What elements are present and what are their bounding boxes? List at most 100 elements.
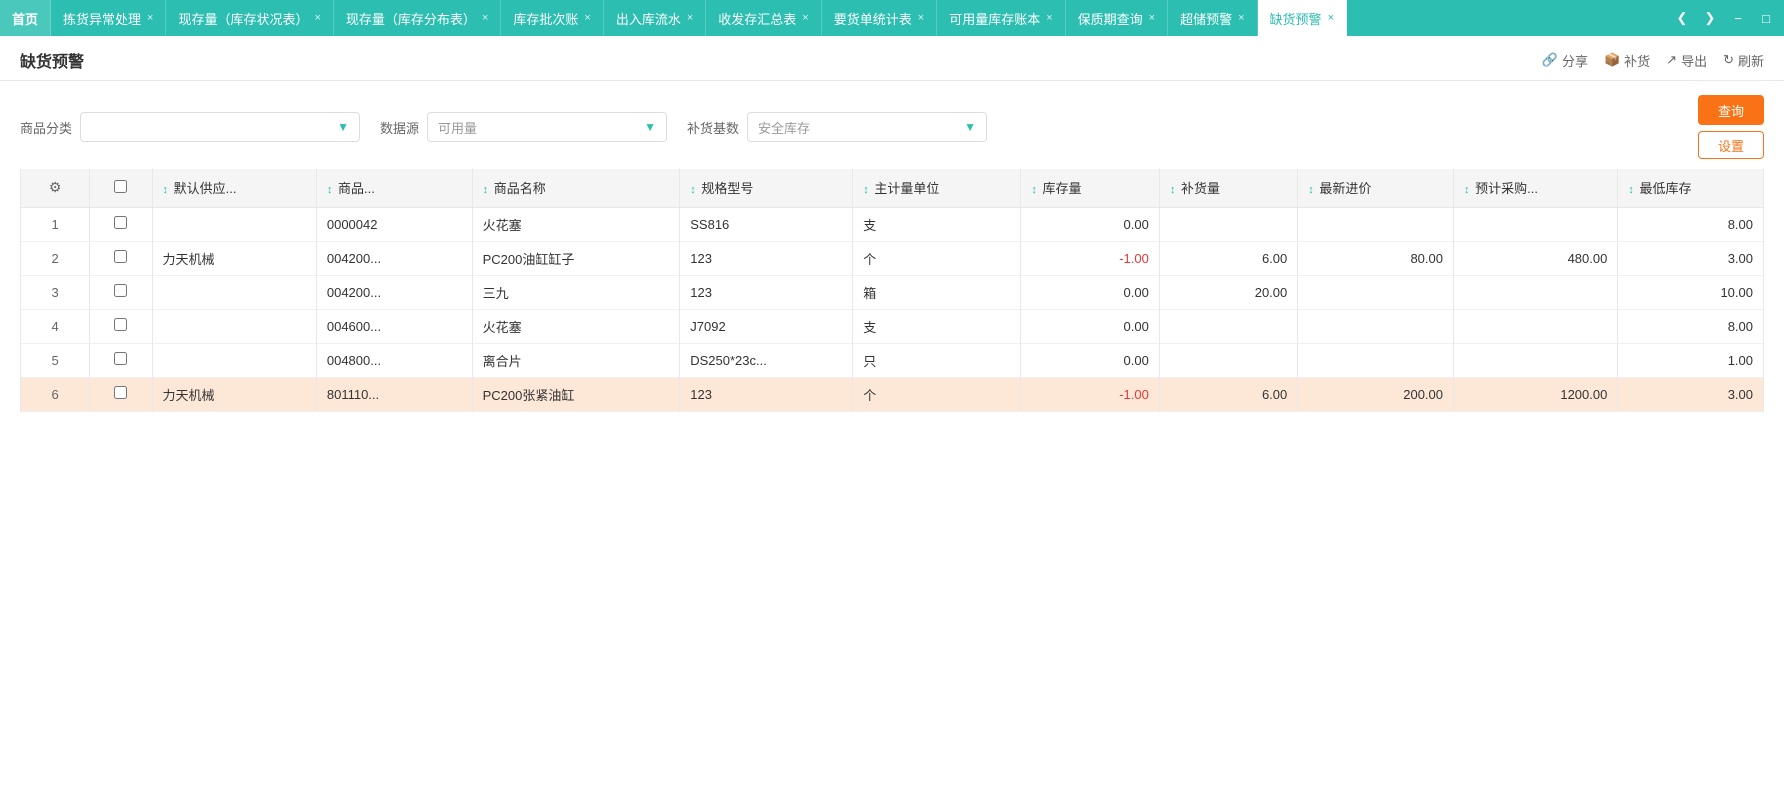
th-stock: ↕ 库存量 xyxy=(1021,169,1159,207)
row-num: 5 xyxy=(21,343,90,377)
th-unit: ↕ 主计量单位 xyxy=(853,169,1021,207)
datasource-select[interactable]: 可用量 ▼ xyxy=(427,112,667,142)
close-summary[interactable]: × xyxy=(802,12,808,24)
row-checkbox[interactable] xyxy=(114,284,127,297)
row-purchase xyxy=(1454,343,1618,377)
row-replenish xyxy=(1159,309,1297,343)
share-label: 分享 xyxy=(1562,51,1588,70)
th-code: ↕ 商品... xyxy=(316,169,472,207)
row-code: 004200... xyxy=(316,275,472,309)
nav-item-available[interactable]: 可用量库存账本 × xyxy=(937,0,1065,36)
row-spec: J7092 xyxy=(680,309,853,343)
th-name: ↕ 商品名称 xyxy=(472,169,680,207)
query-button[interactable]: 查询 xyxy=(1698,95,1764,125)
row-replenish: 20.00 xyxy=(1159,275,1297,309)
close-available[interactable]: × xyxy=(1046,12,1052,24)
category-select[interactable]: ▼ xyxy=(80,112,360,142)
nav-item-batch[interactable]: 库存批次账 × xyxy=(501,0,603,36)
row-code: 801110... xyxy=(316,377,472,411)
nav-item-stock2[interactable]: 现存量（库存分布表） × xyxy=(334,0,501,36)
row-checkbox-cell xyxy=(90,275,152,309)
nav-item-overstock[interactable]: 超储预警 × xyxy=(1168,0,1257,36)
th-purchase: ↕ 预计采购... xyxy=(1454,169,1618,207)
row-minstock: 3.00 xyxy=(1618,377,1764,411)
close-requisition[interactable]: × xyxy=(918,12,924,24)
nav-label-available: 可用量库存账本 xyxy=(949,9,1040,28)
nav-item-stock1[interactable]: 现存量（库存状况表） × xyxy=(166,0,333,36)
row-checkbox[interactable] xyxy=(114,386,127,399)
close-shortage[interactable]: × xyxy=(1328,12,1334,24)
row-name: 火花塞 xyxy=(472,207,680,241)
nav-item-flow[interactable]: 出入库流水 × xyxy=(604,0,706,36)
table-row: 4 004600... 火花塞 J7092 支 0.00 8.00 xyxy=(21,309,1764,343)
row-minstock: 10.00 xyxy=(1618,275,1764,309)
row-replenish xyxy=(1159,343,1297,377)
close-picking[interactable]: × xyxy=(147,12,153,24)
close-expiry[interactable]: × xyxy=(1149,12,1155,24)
row-unit: 箱 xyxy=(853,275,1021,309)
category-label: 商品分类 xyxy=(20,118,72,137)
nav-item-expiry[interactable]: 保质期查询 × xyxy=(1066,0,1168,36)
page-title: 缺货预警 xyxy=(20,48,1542,72)
close-batch[interactable]: × xyxy=(584,12,590,24)
row-price xyxy=(1298,309,1454,343)
data-table: ⚙ ↕ 默认供应... ↕ 商品... ↕ 商品名称 xyxy=(20,169,1764,412)
row-num: 4 xyxy=(21,309,90,343)
row-name: PC200张紧油缸 xyxy=(472,377,680,411)
share-action[interactable]: 🔗 分享 xyxy=(1542,51,1588,70)
code-sort-icon: ↕ xyxy=(327,184,333,196)
row-spec: SS816 xyxy=(680,207,853,241)
row-unit: 只 xyxy=(853,343,1021,377)
row-unit: 个 xyxy=(853,241,1021,275)
row-checkbox[interactable] xyxy=(114,318,127,331)
replenish-basis-value: 安全库存 xyxy=(758,118,964,137)
row-replenish xyxy=(1159,207,1297,241)
row-checkbox[interactable] xyxy=(114,250,127,263)
replenish-basis-chevron-icon: ▼ xyxy=(964,120,976,134)
close-overstock[interactable]: × xyxy=(1238,12,1244,24)
th-gear: ⚙ xyxy=(21,169,90,207)
replenish-basis-select[interactable]: 安全库存 ▼ xyxy=(747,112,987,142)
table-row: 3 004200... 三九 123 箱 0.00 20.00 10.00 xyxy=(21,275,1764,309)
spec-sort-icon: ↕ xyxy=(690,184,696,196)
row-code: 0000042 xyxy=(316,207,472,241)
row-checkbox[interactable] xyxy=(114,352,127,365)
export-label: 导出 xyxy=(1681,51,1707,70)
row-price xyxy=(1298,343,1454,377)
nav-item-home[interactable]: 首页 xyxy=(0,0,51,36)
nav-item-summary[interactable]: 收发存汇总表 × xyxy=(706,0,821,36)
nav-prev-btn[interactable]: ❮ xyxy=(1670,6,1694,30)
th-replenish: ↕ 补货量 xyxy=(1159,169,1297,207)
select-all-checkbox[interactable] xyxy=(114,180,127,193)
export-action[interactable]: ↗ 导出 xyxy=(1666,51,1707,70)
nav-item-shortage[interactable]: 缺货预警 × xyxy=(1258,0,1347,36)
row-replenish: 6.00 xyxy=(1159,377,1297,411)
row-unit: 支 xyxy=(853,207,1021,241)
row-supplier xyxy=(152,343,316,377)
row-checkbox[interactable] xyxy=(114,216,127,229)
nav-maximize-btn[interactable]: □ xyxy=(1754,6,1778,30)
row-supplier xyxy=(152,275,316,309)
row-replenish: 6.00 xyxy=(1159,241,1297,275)
nav-label-flow: 出入库流水 xyxy=(616,9,681,28)
replenish-action[interactable]: 📦 补货 xyxy=(1604,51,1650,70)
refresh-action[interactable]: ↻ 刷新 xyxy=(1723,51,1764,70)
gear-settings-icon[interactable]: ⚙ xyxy=(49,179,62,195)
nav-item-picking[interactable]: 拣货异常处理 × xyxy=(51,0,166,36)
close-stock2[interactable]: × xyxy=(482,12,488,24)
close-flow[interactable]: × xyxy=(687,12,693,24)
row-stock: -1.00 xyxy=(1021,377,1159,411)
nav-minimize-btn[interactable]: − xyxy=(1726,6,1750,30)
row-purchase xyxy=(1454,309,1618,343)
nav-next-btn[interactable]: ❯ xyxy=(1698,6,1722,30)
row-num: 3 xyxy=(21,275,90,309)
row-purchase xyxy=(1454,275,1618,309)
nav-item-requisition[interactable]: 要货单统计表 × xyxy=(822,0,937,36)
row-checkbox-cell xyxy=(90,309,152,343)
table-wrapper: ⚙ ↕ 默认供应... ↕ 商品... ↕ 商品名称 xyxy=(0,169,1784,412)
close-stock1[interactable]: × xyxy=(314,12,320,24)
settings-button[interactable]: 设置 xyxy=(1698,131,1764,159)
row-minstock: 8.00 xyxy=(1618,207,1764,241)
th-spec: ↕ 规格型号 xyxy=(680,169,853,207)
nav-bar: 首页 拣货异常处理 × 现存量（库存状况表） × 现存量（库存分布表） × 库存… xyxy=(0,0,1784,36)
